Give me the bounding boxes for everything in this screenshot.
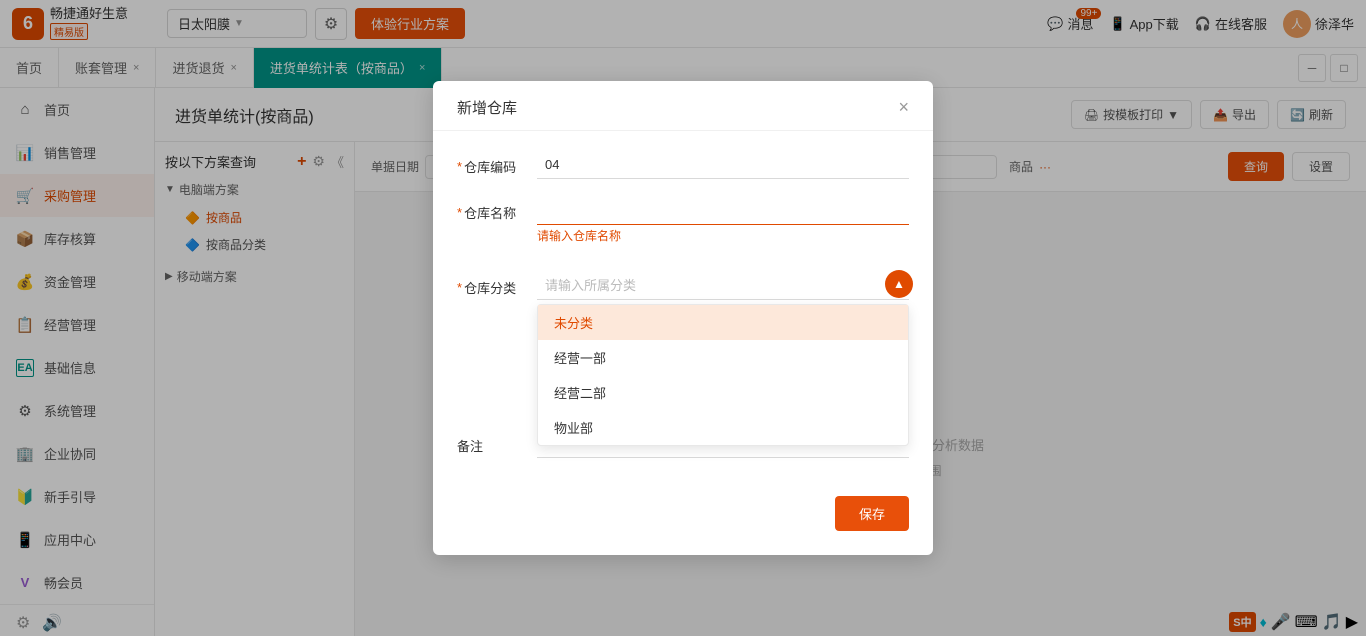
- modal-header: 新增仓库 ×: [433, 81, 933, 131]
- category-dropdown-toggle[interactable]: ▲: [885, 270, 913, 298]
- modal-overlay[interactable]: 新增仓库 × * 仓库编码 * 仓库名称 请输入仓库名称: [0, 0, 1366, 636]
- modal-save-button[interactable]: 保存: [835, 496, 909, 531]
- notes-label: 备注: [457, 430, 537, 455]
- category-form-row: * 仓库分类 ▲ 未分类 经营一部 经营二部 物业部: [457, 272, 909, 300]
- modal-footer: 保存: [433, 496, 933, 531]
- name-error-message: 请输入仓库名称: [537, 227, 909, 244]
- modal-title: 新增仓库: [457, 97, 517, 118]
- code-input[interactable]: [537, 151, 909, 179]
- category-input[interactable]: [537, 272, 909, 299]
- modal-body: * 仓库编码 * 仓库名称 请输入仓库名称 *: [433, 131, 933, 496]
- name-label: * 仓库名称: [457, 197, 537, 222]
- dropdown-item-dept1[interactable]: 经营一部: [538, 340, 908, 375]
- modal-close-button[interactable]: ×: [898, 97, 909, 118]
- name-input[interactable]: [537, 197, 909, 225]
- code-form-row: * 仓库编码: [457, 151, 909, 179]
- dropdown-item-property[interactable]: 物业部: [538, 410, 908, 445]
- category-label: * 仓库分类: [457, 272, 537, 297]
- category-dropdown: 未分类 经营一部 经营二部 物业部: [537, 304, 909, 446]
- dropdown-item-uncategorized[interactable]: 未分类: [538, 305, 908, 340]
- dropdown-item-dept2[interactable]: 经营二部: [538, 375, 908, 410]
- code-label: * 仓库编码: [457, 151, 537, 176]
- new-warehouse-modal: 新增仓库 × * 仓库编码 * 仓库名称 请输入仓库名称: [433, 81, 933, 555]
- name-form-row: * 仓库名称 请输入仓库名称: [457, 197, 909, 244]
